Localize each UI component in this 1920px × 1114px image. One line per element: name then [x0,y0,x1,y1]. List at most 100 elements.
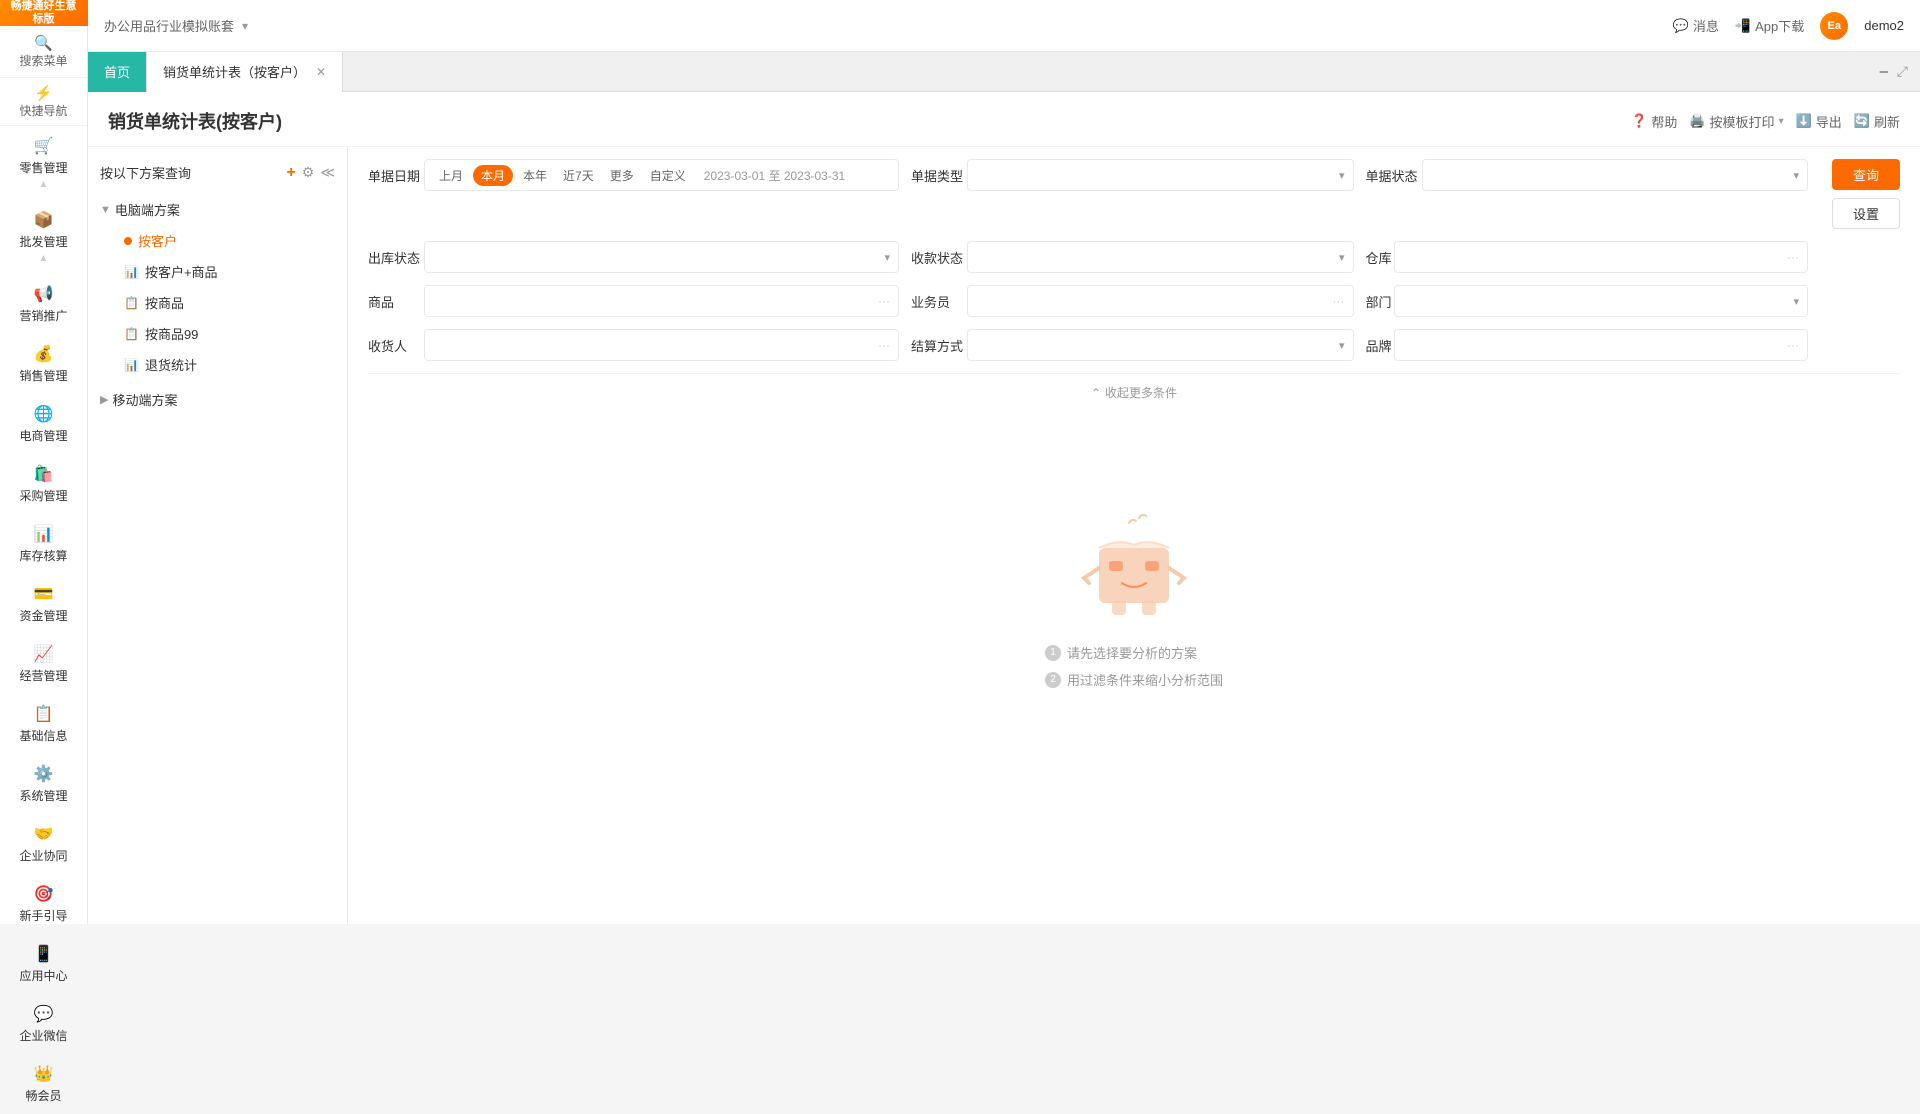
tree-item-return-stats-label: 退货统计 [145,355,197,374]
help-button[interactable]: ❓ 帮助 [1631,112,1677,131]
sidebar-item-operations[interactable]: 📈 经营管理 [0,634,87,694]
purchase-icon: 🛍️ [34,464,54,484]
sidebar-item-appcenter[interactable]: 📱 应用中心 [0,934,87,994]
sidebar-item-basic[interactable]: 📋 基础信息 [0,694,87,754]
sidebar-basic-label: 基础信息 [19,727,67,744]
tab-home-label: 首页 [104,62,130,81]
sidebar-newguide-label: 新手引导 [19,907,67,924]
collapse-panel-icon[interactable]: ≪ [320,164,335,181]
goods-label: 商品 [368,292,424,311]
collect-status-label: 收款状态 [911,248,967,267]
sidebar-item-wholesale[interactable]: 📦 批发管理 ▲ [0,200,87,274]
sidebar-appcenter-label: 应用中心 [19,967,67,984]
tree-item-return-stats[interactable]: 📊 退货统计 [88,349,347,380]
sidebar-system-label: 系统管理 [19,787,67,804]
salesperson-input[interactable]: ··· [967,285,1354,317]
tree-mobile-section[interactable]: ▶ 移动端方案 [88,384,347,415]
help-label: 帮助 [1651,112,1677,131]
sidebar-item-retail[interactable]: 🛒 零售管理 ▲ [0,126,87,200]
sidebar-item-sales[interactable]: 💰 销售管理 [0,334,87,394]
sidebar-item-corpwechat[interactable]: 💬 企业微信 [0,994,87,1054]
print-button[interactable]: 🖨️ 按模板打印 ▾ [1689,112,1783,131]
date-tab-this-month[interactable]: 本月 [473,165,513,186]
settings-button[interactable]: 设置 [1832,198,1900,229]
sidebar-item-inventory[interactable]: 📊 库存核算 [0,514,87,574]
collect-status-select[interactable]: ▾ [967,241,1354,273]
receiver-input[interactable]: ··· [424,329,899,361]
message-button[interactable]: 💬 消息 [1673,16,1719,35]
system-icon: ⚙️ [34,764,54,784]
query-button[interactable]: 查询 [1832,159,1900,190]
wholesale-arrow-icon: ▲ [39,253,49,264]
sidebar-membership-label: 畅会员 [25,1087,61,1104]
download-icon: 📲 [1735,18,1751,34]
refresh-button[interactable]: 🔄 刷新 [1854,112,1900,131]
sidebar-item-membership[interactable]: 👑 畅会员 [0,1054,87,1114]
edit-scheme-icon[interactable]: ⚙ [302,164,315,181]
tree-item-by-customer-goods[interactable]: 📊 按客户+商品 [88,256,347,287]
sidebar-item-system[interactable]: ⚙️ 系统管理 [0,754,87,814]
collect-status-arrow-icon: ▾ [1339,251,1345,264]
refresh-label: 刷新 [1874,112,1900,131]
app-logo: 畅捷通好生意 标版 [0,0,88,26]
settlement-select[interactable]: ▾ [967,329,1354,361]
tab-bar: 首页 销货单统计表（按客户） ✕ 🗕 ⤢ [88,52,1920,92]
sidebar-sales-label: 销售管理 [19,367,67,384]
date-label: 单据日期 [368,166,424,185]
order-status-select[interactable]: ▾ [1422,159,1809,191]
warehouse-ellipsis-icon: ··· [1787,250,1799,264]
date-tab-last-7[interactable]: 近7天 [557,165,600,186]
table-icon: 📋 [124,296,139,310]
tab-home[interactable]: 首页 [88,52,147,92]
date-tab-last-month[interactable]: 上月 [433,165,469,186]
newguide-icon: 🎯 [34,884,54,904]
sidebar-item-purchase[interactable]: 🛍️ 采购管理 [0,454,87,514]
tab-minimize-icon[interactable]: 🗕 [1879,60,1889,84]
sidebar-item-newguide[interactable]: 🎯 新手引导 [0,874,87,934]
help-icon: ❓ [1631,113,1647,129]
sidebar-item-finance[interactable]: 💳 资金管理 [0,574,87,634]
salesperson-ellipsis-icon: ··· [1333,294,1345,308]
order-type-select[interactable]: ▾ [967,159,1354,191]
tree-desktop-section[interactable]: ▼ 电脑端方案 [88,194,347,225]
brand-input[interactable]: ··· [1394,329,1809,361]
export-label: 导出 [1816,112,1842,131]
app-download-button[interactable]: 📲 App下载 [1735,16,1804,35]
export-button[interactable]: ⬇️ 导出 [1796,112,1842,131]
sidebar-item-ecommerce[interactable]: 🌐 电商管理 [0,394,87,454]
sidebar-item-quicknav[interactable]: ⚡ 快捷导航 [0,78,87,126]
tree-item-by-goods[interactable]: 📋 按商品 [88,287,347,318]
empty-state: 1 请先选择要分析的方案 2 用过滤条件来缩小分析范围 [348,423,1920,777]
warehouse-input[interactable]: ··· [1394,241,1809,273]
sidebar-purchase-label: 采购管理 [19,487,67,504]
tab-sales-report[interactable]: 销货单统计表（按客户） ✕ [147,52,343,92]
sidebar-item-marketing[interactable]: 📢 营销推广 [0,274,87,334]
tree-item-by-goods-label: 按商品 [145,293,184,312]
page-header: 销货单统计表(按客户) ❓ 帮助 🖨️ 按模板打印 ▾ ⬇️ 导出 [88,92,1920,147]
tab-close-icon[interactable]: ✕ [316,65,326,79]
sidebar-item-search[interactable]: 🔍 搜索菜单 [0,26,87,78]
date-tab-this-year[interactable]: 本年 [517,165,553,186]
breadcrumb-dropdown-icon[interactable]: ▾ [242,19,248,33]
collapse-button[interactable]: ⌃ 收起更多条件 [368,373,1900,411]
department-select[interactable]: ▾ [1394,285,1809,317]
breadcrumb: 办公用品行业模拟账套 [104,16,234,35]
avatar[interactable]: Ea [1820,12,1848,40]
department-arrow-icon: ▾ [1793,295,1799,308]
brand-label: 品牌 [1366,336,1394,355]
sidebar-item-cooperation[interactable]: 🤝 企业协同 [0,814,87,874]
goods-ellipsis-icon: ··· [878,294,890,308]
active-dot-icon [124,237,132,245]
tree-item-by-customer[interactable]: 按客户 [88,225,347,256]
add-scheme-icon[interactable]: + [286,164,295,182]
print-arrow-icon[interactable]: ▾ [1779,116,1784,127]
date-tab-custom[interactable]: 自定义 [644,165,692,186]
tree-item-by-goods-99[interactable]: 📋 按商品99 [88,318,347,349]
order-type-label: 单据类型 [911,166,967,185]
out-status-select[interactable]: ▾ [424,241,899,273]
tab-maximize-icon[interactable]: ⤢ [1897,63,1908,80]
date-tab-more[interactable]: 更多 [604,165,640,186]
goods-input[interactable]: ··· [424,285,899,317]
app-download-label: App下载 [1755,16,1804,35]
warehouse-label: 仓库 [1366,248,1394,267]
